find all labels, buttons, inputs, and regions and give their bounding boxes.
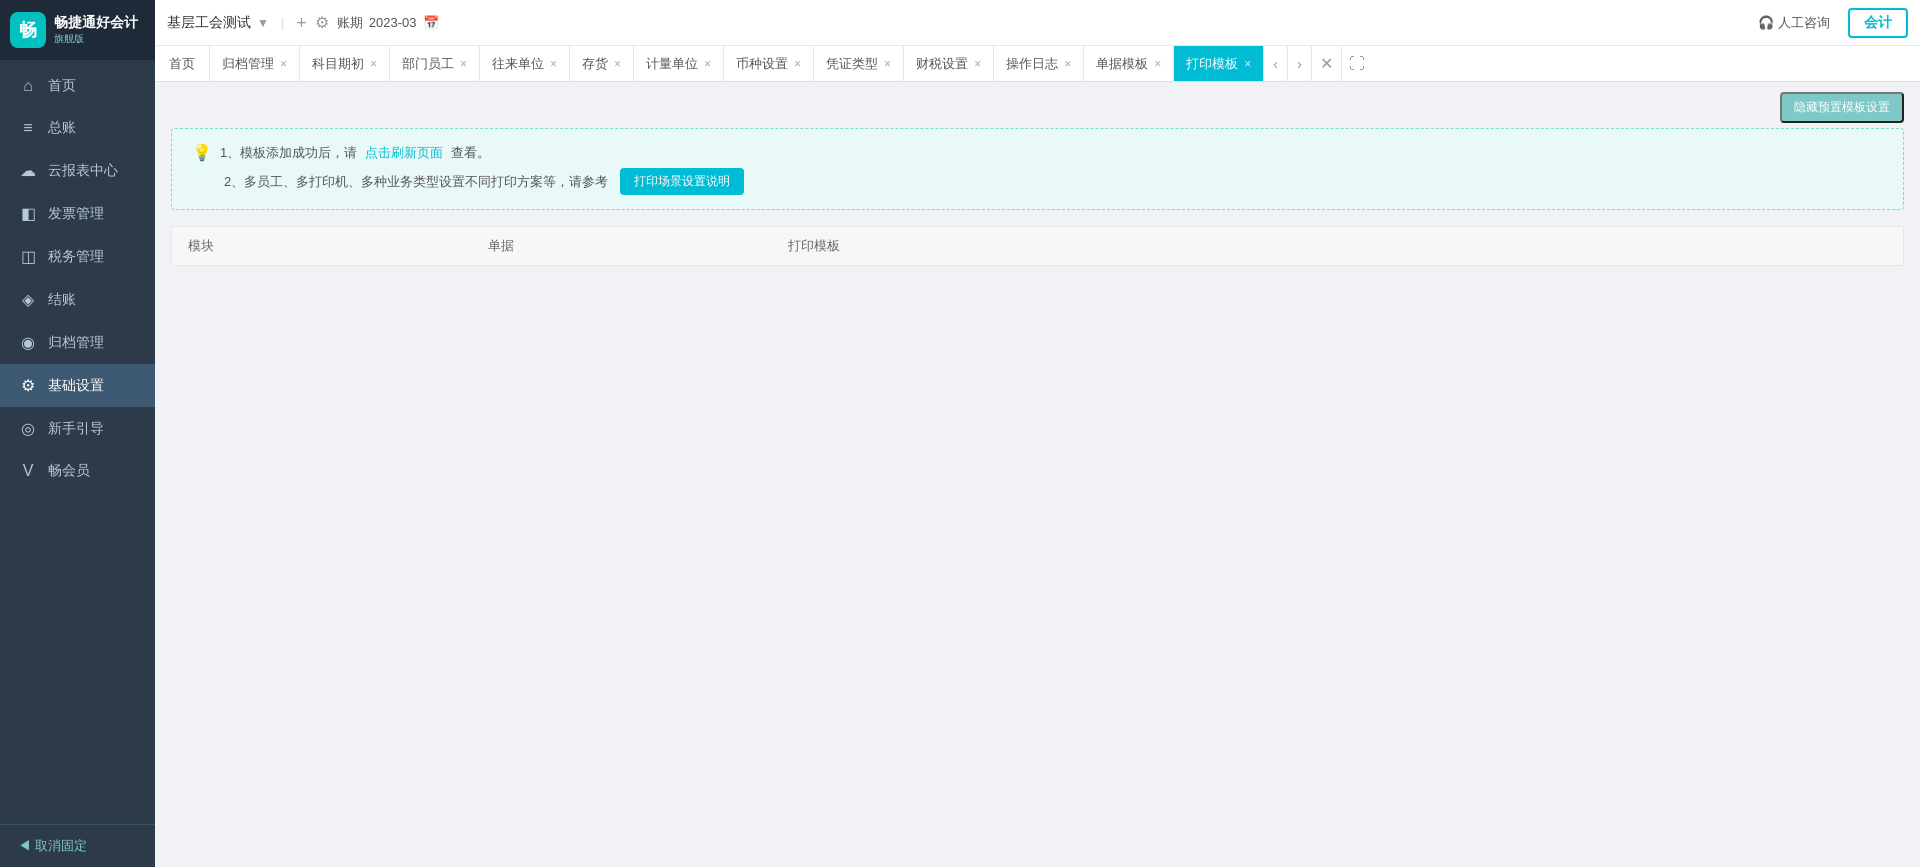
tab-close-icon[interactable]: × bbox=[794, 58, 801, 70]
tabbar: 首页 归档管理 × 科目期初 × 部门员工 × 往来单位 × 存货 × 计量单位… bbox=[155, 46, 1920, 82]
tab-next-button[interactable]: › bbox=[1288, 46, 1312, 82]
tab-dept[interactable]: 部门员工 × bbox=[390, 46, 480, 82]
print-scene-button[interactable]: 打印场景设置说明 bbox=[620, 168, 744, 195]
sidebar-item-label: 基础设置 bbox=[48, 377, 104, 395]
tab-oplog[interactable]: 操作日志 × bbox=[994, 46, 1084, 82]
sidebar-item-label: 畅会员 bbox=[48, 462, 90, 480]
table-header: 模块 单据 打印模板 bbox=[171, 226, 1904, 266]
col-module: 模块 bbox=[172, 237, 472, 255]
tab-close-icon[interactable]: × bbox=[1064, 58, 1071, 70]
tab-close-icon[interactable]: × bbox=[704, 58, 711, 70]
period-value: 2023-03 bbox=[369, 15, 417, 30]
info-row-1: 💡 1、模板添加成功后，请 点击刷新页面 查看。 bbox=[192, 143, 1883, 162]
headphone-icon: 🎧 bbox=[1758, 15, 1774, 30]
tab-unit[interactable]: 计量单位 × bbox=[634, 46, 724, 82]
settings-icon: ⚙ bbox=[18, 376, 38, 395]
main-area: 基层工会测试 ▼ | + ⚙ 账期 2023-03 📅 🎧 人工咨询 会计 首页… bbox=[155, 0, 1920, 867]
topbar: 基层工会测试 ▼ | + ⚙ 账期 2023-03 📅 🎧 人工咨询 会计 bbox=[155, 0, 1920, 46]
tab-close-icon[interactable]: × bbox=[884, 58, 891, 70]
refresh-link[interactable]: 点击刷新页面 bbox=[365, 144, 443, 162]
checkout-icon: ◈ bbox=[18, 290, 38, 309]
tab-voucher[interactable]: 凭证类型 × bbox=[814, 46, 904, 82]
tab-close-icon[interactable]: × bbox=[460, 58, 467, 70]
lightbulb-icon: 💡 bbox=[192, 143, 212, 162]
sidebar-item-label: 税务管理 bbox=[48, 248, 104, 266]
archive-icon: ◉ bbox=[18, 333, 38, 352]
sidebar-item-label: 发票管理 bbox=[48, 205, 104, 223]
tab-archive[interactable]: 归档管理 × bbox=[210, 46, 300, 82]
member-icon: V bbox=[18, 462, 38, 480]
logo-icon: 畅 bbox=[10, 12, 46, 48]
tab-expand-button[interactable]: ⛶ bbox=[1342, 46, 1372, 82]
sidebar-item-tax[interactable]: ◫ 税务管理 bbox=[0, 235, 155, 278]
hide-template-button[interactable]: 隐藏预置模板设置 bbox=[1780, 92, 1904, 123]
tab-receipt[interactable]: 单据模板 × bbox=[1084, 46, 1174, 82]
cloud-icon: ☁ bbox=[18, 161, 38, 180]
account-button[interactable]: 会计 bbox=[1848, 8, 1908, 38]
tab-prev-button[interactable]: ‹ bbox=[1264, 46, 1288, 82]
period-display: 账期 2023-03 📅 bbox=[337, 14, 439, 32]
ledger-icon: ≡ bbox=[18, 119, 38, 137]
tab-home[interactable]: 首页 bbox=[155, 46, 210, 82]
sidebar-item-checkout[interactable]: ◈ 结账 bbox=[0, 278, 155, 321]
sidebar: 畅 畅捷通好会计 旗舰版 ⌂ 首页 ≡ 总账 ☁ 云报表中心 ◧ 发票管理 ◫ … bbox=[0, 0, 155, 867]
sidebar-item-ledger[interactable]: ≡ 总账 bbox=[0, 107, 155, 149]
invoice-icon: ◧ bbox=[18, 204, 38, 223]
col-print-template: 打印模板 bbox=[772, 237, 1903, 255]
tab-close-icon[interactable]: × bbox=[974, 58, 981, 70]
company-settings-icon[interactable]: ⚙ bbox=[315, 13, 329, 32]
period-label: 账期 bbox=[337, 14, 363, 32]
sidebar-item-guide[interactable]: ◎ 新手引导 bbox=[0, 407, 155, 450]
tab-close-icon[interactable]: × bbox=[370, 58, 377, 70]
col-receipt: 单据 bbox=[472, 237, 772, 255]
guide-icon: ◎ bbox=[18, 419, 38, 438]
sidebar-item-label: 结账 bbox=[48, 291, 76, 309]
tax-icon: ◫ bbox=[18, 247, 38, 266]
info-text-1-suffix: 查看。 bbox=[451, 144, 490, 162]
tab-supplier[interactable]: 往来单位 × bbox=[480, 46, 570, 82]
sidebar-item-home[interactable]: ⌂ 首页 bbox=[0, 65, 155, 107]
tab-taxsettings[interactable]: 财税设置 × bbox=[904, 46, 994, 82]
info-text-2: 2、多员工、多打印机、多种业务类型设置不同打印方案等，请参考 bbox=[224, 173, 608, 191]
calendar-icon[interactable]: 📅 bbox=[423, 15, 439, 30]
content-area: 隐藏预置模板设置 💡 1、模板添加成功后，请 点击刷新页面 查看。 2、多员工、… bbox=[155, 82, 1920, 867]
tab-close-icon[interactable]: × bbox=[1244, 58, 1251, 70]
logo-title: 畅捷通好会计 bbox=[54, 14, 138, 32]
sidebar-item-report[interactable]: ☁ 云报表中心 bbox=[0, 149, 155, 192]
sidebar-item-settings[interactable]: ⚙ 基础设置 bbox=[0, 364, 155, 407]
company-dropdown-icon: ▼ bbox=[257, 16, 269, 30]
company-selector[interactable]: 基层工会测试 ▼ bbox=[167, 14, 269, 32]
sidebar-item-label: 首页 bbox=[48, 77, 76, 95]
sidebar-item-invoice[interactable]: ◧ 发票管理 bbox=[0, 192, 155, 235]
unpin-button[interactable]: ◀ 取消固定 bbox=[0, 824, 155, 867]
sidebar-item-label: 总账 bbox=[48, 119, 76, 137]
topbar-right: 🎧 人工咨询 会计 bbox=[1750, 8, 1908, 38]
tab-close-icon[interactable]: × bbox=[550, 58, 557, 70]
tab-close-icon[interactable]: × bbox=[280, 58, 287, 70]
sidebar-item-label: 归档管理 bbox=[48, 334, 104, 352]
logo-subtitle: 旗舰版 bbox=[54, 32, 138, 46]
info-row-2: 2、多员工、多打印机、多种业务类型设置不同打印方案等，请参考 打印场景设置说明 bbox=[192, 168, 1883, 195]
company-name: 基层工会测试 bbox=[167, 14, 251, 32]
sidebar-item-label: 新手引导 bbox=[48, 420, 104, 438]
info-card: 💡 1、模板添加成功后，请 点击刷新页面 查看。 2、多员工、多打印机、多种业务… bbox=[171, 128, 1904, 210]
human-service-button[interactable]: 🎧 人工咨询 bbox=[1750, 10, 1838, 36]
sidebar-nav: ⌂ 首页 ≡ 总账 ☁ 云报表中心 ◧ 发票管理 ◫ 税务管理 ◈ 结账 ◉ 归… bbox=[0, 60, 155, 824]
home-icon: ⌂ bbox=[18, 77, 38, 95]
separator: | bbox=[281, 15, 284, 30]
tab-close-all-button[interactable]: ✕ bbox=[1312, 46, 1342, 82]
sidebar-item-member[interactable]: V 畅会员 bbox=[0, 450, 155, 492]
sidebar-item-archive[interactable]: ◉ 归档管理 bbox=[0, 321, 155, 364]
tab-stock[interactable]: 存货 × bbox=[570, 46, 634, 82]
sidebar-logo: 畅 畅捷通好会计 旗舰版 bbox=[0, 0, 155, 60]
add-company-button[interactable]: + bbox=[296, 14, 307, 32]
tab-print[interactable]: 打印模板 × bbox=[1174, 46, 1264, 82]
sidebar-item-label: 云报表中心 bbox=[48, 162, 118, 180]
info-text-1-prefix: 1、模板添加成功后，请 bbox=[220, 144, 357, 162]
tab-currency[interactable]: 币种设置 × bbox=[724, 46, 814, 82]
tab-subject[interactable]: 科目期初 × bbox=[300, 46, 390, 82]
tab-close-icon[interactable]: × bbox=[614, 58, 621, 70]
tab-close-icon[interactable]: × bbox=[1154, 58, 1161, 70]
